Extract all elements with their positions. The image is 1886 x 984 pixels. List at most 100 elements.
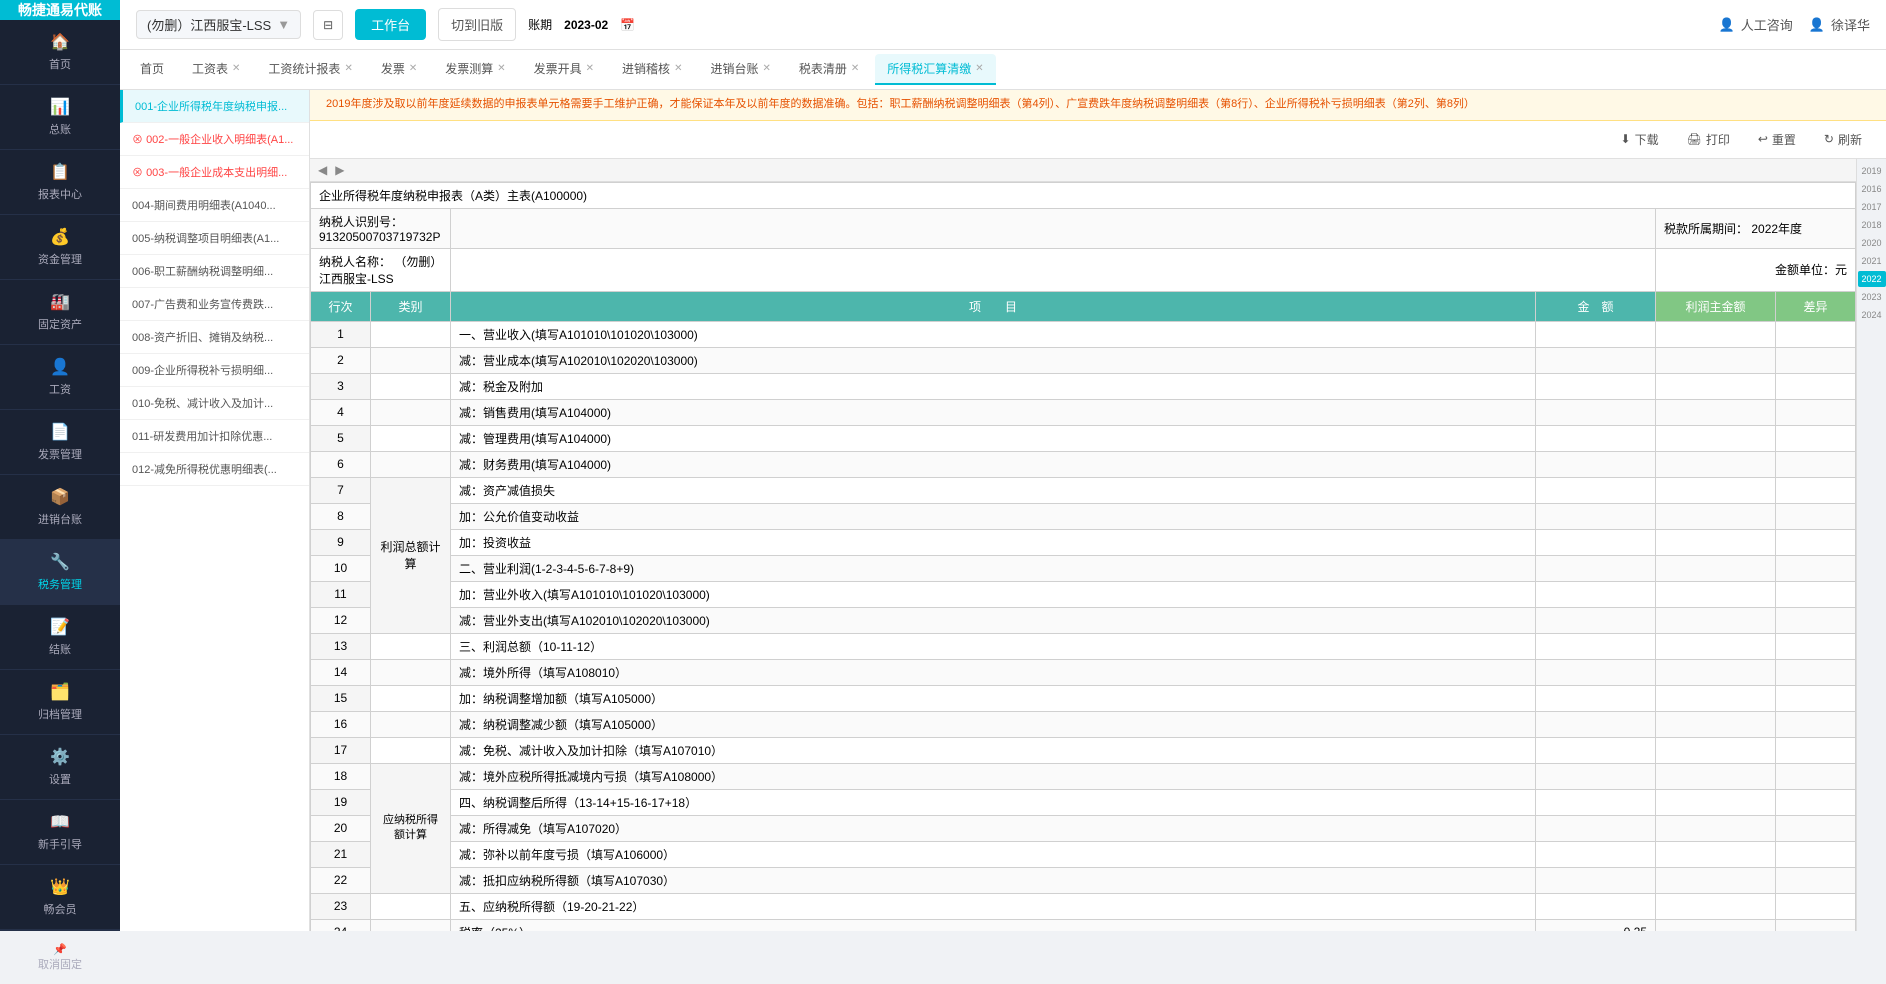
tab-close-invoice[interactable]: ✕ [409, 63, 417, 74]
tab-invoice-issue[interactable]: 发票开具 ✕ [522, 54, 606, 85]
sidebar-item-settings[interactable]: ⚙️ 设置 [0, 735, 120, 800]
year-2020[interactable]: 2020 [1858, 235, 1886, 251]
sidebar: 畅捷通易代账 🏠 首页 📊 总账 📋 报表中心 💰 资金管理 🏭 固定资产 👤 … [0, 0, 120, 931]
year-2024[interactable]: 2024 [1858, 307, 1886, 323]
table-row: 13 三、利润总额（10-11-12） [311, 633, 1856, 659]
form-item-004[interactable]: 004-期间费用明细表(A1040... [120, 189, 309, 222]
reset-button[interactable]: ↩ 重置 [1750, 127, 1804, 152]
sidebar-item-salary[interactable]: 👤 工资 [0, 345, 120, 410]
table-row: 20 减：所得减免（填写A107020） [311, 815, 1856, 841]
copy-icon-button[interactable]: ⊟ [313, 10, 343, 40]
form-item-007[interactable]: 007-广告费和业务宣传费跌... [120, 288, 309, 321]
table-row: 8 加：公允价值变动收益 [311, 503, 1856, 529]
sidebar-item-tax[interactable]: 🔧 税务管理 [0, 540, 120, 605]
form-item-008[interactable]: 008-资产折旧、摊销及纳税... [120, 321, 309, 354]
table-row: 16 减：纳税调整减少额（填写A105000） [311, 711, 1856, 737]
tab-invoice[interactable]: 发票 ✕ [369, 54, 429, 85]
sidebar-item-invoice[interactable]: 📄 发票管理 [0, 410, 120, 475]
tab-tax-list[interactable]: 税表清册 ✕ [787, 54, 871, 85]
download-button[interactable]: ⬇ 下载 [1613, 127, 1667, 152]
table-row: 14 减：境外所得（填写A108010） [311, 659, 1856, 685]
form-list: 001-企业所得税年度纳税申报... ⊗ 002-一般企业收入明细表(A1...… [120, 90, 310, 931]
form-item-002[interactable]: ⊗ 002-一般企业收入明细表(A1... [120, 123, 309, 156]
sidebar-item-closing[interactable]: 📝 结账 [0, 605, 120, 670]
tab-salary-stats[interactable]: 工资统计报表 ✕ [256, 54, 364, 85]
form-item-012[interactable]: 012-减免所得税优惠明细表(... [120, 453, 309, 486]
tab-close-invoice-issue[interactable]: ✕ [586, 63, 594, 74]
table-title-row: 企业所得税年度纳税申报表（A类）主表(A100000) [311, 182, 1856, 208]
tab-salary[interactable]: 工资表 ✕ [180, 54, 252, 85]
sidebar-item-funds[interactable]: 💰 资金管理 [0, 215, 120, 280]
reset-icon: ↩ [1758, 132, 1768, 146]
tab-close-salary-stats[interactable]: ✕ [344, 63, 352, 74]
year-panel: 2019 2016 2017 2018 2020 2021 2022 2023 … [1856, 159, 1886, 931]
table-area: ◀ ▶ 企业所得税年度纳税申报表（A类）主表(A100000) 纳 [310, 159, 1856, 931]
sidebar-item-guide[interactable]: 📖 新手引导 [0, 800, 120, 865]
col-header-category: 类别 [371, 291, 451, 321]
sidebar-item-home[interactable]: 🏠 首页 [0, 20, 120, 85]
year-2023[interactable]: 2023 [1858, 289, 1886, 305]
calendar-icon[interactable]: 📅 [620, 18, 635, 32]
table-row: 6 减：财务费用(填写A104000) [311, 451, 1856, 477]
company-name: (勿删）江西服宝-LSS [147, 15, 271, 34]
taxpayer-id-label: 纳税人识别号： [319, 215, 403, 229]
nav-right-icon[interactable]: ▶ [335, 163, 344, 177]
table-row: 18 应纳税所得额计算 减：境外应税所得抵减境内亏损（填写A108000） [311, 763, 1856, 789]
sidebar-item-assets[interactable]: 🏭 固定资产 [0, 280, 120, 345]
form-item-001[interactable]: 001-企业所得税年度纳税申报... [120, 90, 309, 123]
tab-close-invoice-calc[interactable]: ✕ [497, 63, 505, 74]
year-2016[interactable]: 2016 [1858, 181, 1886, 197]
workspace-button[interactable]: 工作台 [355, 9, 426, 40]
tab-close-purchase-ledger[interactable]: ✕ [762, 63, 770, 74]
form-item-005[interactable]: 005-纳税调整项目明细表(A1... [120, 222, 309, 255]
sidebar-item-member[interactable]: 👑 畅会员 [0, 865, 120, 930]
form-item-010[interactable]: 010-免税、减计收入及加计... [120, 387, 309, 420]
user-profile[interactable]: 👤 徐译华 [1809, 15, 1870, 34]
tab-invoice-calc[interactable]: 发票测算 ✕ [433, 54, 517, 85]
user-service[interactable]: 👤 人工咨询 [1719, 15, 1793, 34]
year-2017[interactable]: 2017 [1858, 199, 1886, 215]
print-button[interactable]: 🖨 打印 [1679, 127, 1738, 152]
sidebar-item-archive[interactable]: 🗂️ 归档管理 [0, 670, 120, 735]
table-row: 23 五、应纳税所得额（19-20-21-22） [311, 893, 1856, 919]
old-version-button[interactable]: 切到旧版 [438, 8, 516, 41]
main-content: (勿删）江西服宝-LSS ▼ ⊟ 工作台 切到旧版 账期 2023-02 📅 👤… [120, 0, 1886, 931]
year-2019[interactable]: 2019 [1858, 163, 1886, 179]
tab-income-tax[interactable]: 所得税汇算清缴 ✕ [875, 54, 995, 85]
table-row: 2 减：营业成本(填写A102010\102020\103000) [311, 347, 1856, 373]
sidebar-item-purchasesales[interactable]: 📦 进销台账 [0, 475, 120, 540]
tab-purchase-audit[interactable]: 进销稽核 ✕ [610, 54, 694, 85]
tab-close-purchase-audit[interactable]: ✕ [674, 63, 682, 74]
col-header-amount: 金 额 [1536, 291, 1656, 321]
tab-home[interactable]: 首页 [128, 54, 176, 85]
tab-purchase-ledger[interactable]: 进销台账 ✕ [698, 54, 782, 85]
tab-close-income-tax[interactable]: ✕ [975, 63, 983, 74]
form-item-003[interactable]: ⊗ 003-一般企业成本支出明细... [120, 156, 309, 189]
year-2018[interactable]: 2018 [1858, 217, 1886, 233]
year-2021[interactable]: 2021 [1858, 253, 1886, 269]
unpin-button[interactable]: 📌 取消固定 [0, 930, 120, 984]
company-selector[interactable]: (勿删）江西服宝-LSS ▼ [136, 10, 301, 39]
sidebar-item-ledger[interactable]: 📊 总账 [0, 85, 120, 150]
form-item-009[interactable]: 009-企业所得税补亏损明细... [120, 354, 309, 387]
nav-left-icon[interactable]: ◀ [318, 163, 327, 177]
tab-close-salary[interactable]: ✕ [232, 63, 240, 74]
tax-table: 企业所得税年度纳税申报表（A类）主表(A100000) 纳税人识别号： 9132… [310, 182, 1856, 931]
col-header-profit: 利润主金额 [1656, 291, 1776, 321]
table-row: 1 一、营业收入(填写A101010\101020\103000) [311, 321, 1856, 347]
table-row: 22 减：抵扣应纳税所得额（填写A107030） [311, 867, 1856, 893]
year-2022[interactable]: 2022 [1858, 271, 1886, 287]
taxpayer-name-label: 纳税人名称： [319, 255, 391, 269]
sidebar-item-reports[interactable]: 📋 报表中心 [0, 150, 120, 215]
tab-close-tax-list[interactable]: ✕ [851, 63, 859, 74]
warning-text: 2019年度涉及取以前年度延续数据的申报表单元格需要手工维护正确，才能保证本年及… [326, 98, 1475, 110]
period-label-cell: 税款所属期间： [1664, 222, 1748, 236]
form-item-006[interactable]: 006-职工薪酬纳税调整明细... [120, 255, 309, 288]
form-item-011[interactable]: 011-研发费用加计扣除优惠... [120, 420, 309, 453]
refresh-button[interactable]: ↻ 刷新 [1816, 127, 1870, 152]
error-icon-003: ⊗ [132, 167, 146, 179]
invoice-icon: 📄 [50, 422, 70, 442]
table-row: 3 减：税金及附加 [311, 373, 1856, 399]
col-header-item: 项 目 [451, 291, 1536, 321]
top-bar: (勿删）江西服宝-LSS ▼ ⊟ 工作台 切到旧版 账期 2023-02 📅 👤… [120, 0, 1886, 50]
